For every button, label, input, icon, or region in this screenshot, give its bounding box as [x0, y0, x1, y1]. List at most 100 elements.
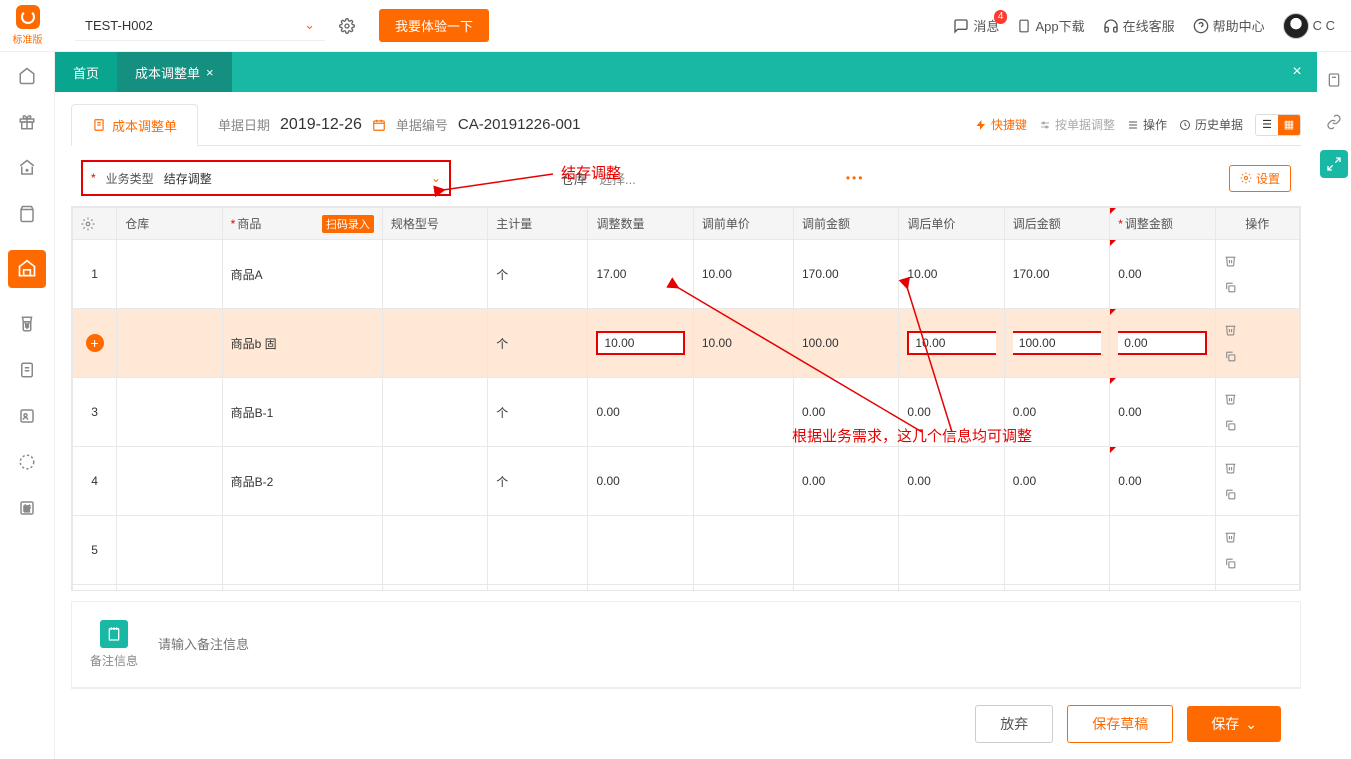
nav-money-icon[interactable]: ¥: [17, 314, 37, 334]
nav-loading-icon[interactable]: [17, 452, 37, 472]
tab-cost-adjust[interactable]: 成本调整单 ×: [117, 52, 232, 92]
cell-spec[interactable]: [382, 447, 487, 516]
cell-post-amt[interactable]: [1004, 516, 1109, 585]
cell-warehouse[interactable]: [117, 240, 222, 309]
cell-product[interactable]: 商品B-1: [222, 378, 382, 447]
table-row[interactable]: +商品b 固个10.0010.00100.0010.00100.000.00: [73, 309, 1300, 378]
tab-home[interactable]: 首页: [55, 52, 117, 92]
cell-spec[interactable]: [382, 378, 487, 447]
copy-icon[interactable]: [1224, 488, 1291, 501]
table-row[interactable]: 5: [73, 516, 1300, 585]
message-link[interactable]: 消息 4: [953, 16, 999, 35]
cell-adj-amt[interactable]: 0.00: [1110, 447, 1215, 516]
view-list-icon[interactable]: ☰: [1256, 115, 1278, 135]
nav-home-icon[interactable]: [17, 66, 37, 86]
delete-icon[interactable]: [1224, 530, 1291, 543]
cell-post-amt[interactable]: 100.00: [1004, 309, 1109, 378]
cell-adj-amt[interactable]: 0.00: [1110, 309, 1215, 378]
nav-house-icon[interactable]: [17, 158, 37, 178]
service-link[interactable]: 在线客服: [1103, 16, 1175, 35]
cell-warehouse[interactable]: [117, 447, 222, 516]
biz-type-select[interactable]: * 业务类型 结存调整 ⌄: [81, 160, 451, 196]
adj-amt-input[interactable]: 0.00: [1118, 331, 1206, 355]
calendar-icon[interactable]: [372, 118, 386, 132]
settings-button[interactable]: 设置: [1229, 165, 1291, 192]
cell-adj-amt[interactable]: 0.00: [1110, 240, 1215, 309]
cell-post-price[interactable]: 10.00: [899, 309, 1004, 378]
cell-qty[interactable]: [588, 516, 693, 585]
cell-post-price[interactable]: 0.00: [899, 447, 1004, 516]
nav-warehouse-icon[interactable]: [8, 250, 46, 288]
tabs-close-all[interactable]: ×: [1277, 52, 1317, 92]
history-action[interactable]: 历史单据: [1179, 116, 1243, 133]
operate-action[interactable]: 操作: [1127, 116, 1167, 133]
cell-qty[interactable]: 0.00: [588, 378, 693, 447]
gear-icon[interactable]: [339, 18, 355, 34]
cell-qty[interactable]: [588, 585, 693, 592]
add-row-icon[interactable]: +: [86, 334, 104, 352]
scan-input-tag[interactable]: 扫码录入: [322, 215, 374, 233]
delete-icon[interactable]: [1224, 254, 1291, 267]
cell-spec[interactable]: [382, 309, 487, 378]
cell-warehouse[interactable]: [117, 309, 222, 378]
post-price-input[interactable]: 10.00: [907, 331, 995, 355]
user-menu[interactable]: C C: [1283, 13, 1335, 39]
cell-product[interactable]: [222, 585, 382, 592]
delete-icon[interactable]: [1224, 461, 1291, 474]
cell-spec[interactable]: [382, 240, 487, 309]
nav-contact-icon[interactable]: [17, 406, 37, 426]
company-select[interactable]: TEST-H002 ⌄: [75, 11, 325, 41]
delete-icon[interactable]: [1224, 392, 1291, 405]
help-link[interactable]: 帮助中心: [1193, 16, 1265, 35]
cell-warehouse[interactable]: [117, 516, 222, 585]
cell-product[interactable]: 商品A: [222, 240, 382, 309]
more-dots-icon[interactable]: •••: [846, 171, 865, 185]
post-amt-input[interactable]: 100.00: [1013, 331, 1101, 355]
cell-qty[interactable]: 10.00: [588, 309, 693, 378]
cell-qty[interactable]: 0.00: [588, 447, 693, 516]
cell-post-price[interactable]: [899, 585, 1004, 592]
cell-spec[interactable]: [382, 516, 487, 585]
table-row[interactable]: 3商品B-1个0.000.000.000.000.00: [73, 378, 1300, 447]
view-toggle[interactable]: ☰▦: [1255, 114, 1301, 136]
app-download-link[interactable]: App下载: [1017, 16, 1084, 35]
close-icon[interactable]: ×: [206, 65, 214, 80]
cell-warehouse[interactable]: [117, 585, 222, 592]
remark-input[interactable]: [158, 637, 1282, 652]
nav-gift-icon[interactable]: [17, 112, 37, 132]
cell-spec[interactable]: [382, 585, 487, 592]
cell-post-price[interactable]: 10.00: [899, 240, 1004, 309]
view-grid-icon[interactable]: ▦: [1278, 115, 1300, 135]
save-button[interactable]: 保存⌄: [1187, 706, 1281, 742]
col-gear[interactable]: [73, 208, 117, 240]
expand-panel-icon[interactable]: [1320, 150, 1348, 178]
cell-post-amt[interactable]: 170.00: [1004, 240, 1109, 309]
cell-product[interactable]: 商品b 固: [222, 309, 382, 378]
cell-post-amt[interactable]: 0.00: [1004, 447, 1109, 516]
cell-qty[interactable]: 17.00: [588, 240, 693, 309]
table-row[interactable]: 6: [73, 585, 1300, 592]
delete-icon[interactable]: [1224, 323, 1291, 336]
logo[interactable]: 标准版: [0, 5, 55, 46]
nav-clipboard-icon[interactable]: [17, 360, 37, 380]
cell-adj-amt[interactable]: [1110, 516, 1215, 585]
table-row[interactable]: 4商品B-2个0.000.000.000.000.00: [73, 447, 1300, 516]
date-value[interactable]: 2019-12-26: [280, 116, 362, 134]
save-draft-button[interactable]: 保存草稿: [1067, 705, 1173, 743]
cell-post-price[interactable]: [899, 516, 1004, 585]
nav-new-icon[interactable]: 新: [17, 498, 37, 518]
by-bill-action[interactable]: 按单据调整: [1039, 116, 1115, 133]
copy-icon[interactable]: [1224, 557, 1291, 570]
note-panel-icon[interactable]: [1320, 66, 1348, 94]
cell-post-amt[interactable]: [1004, 585, 1109, 592]
qty-input[interactable]: 10.00: [596, 331, 684, 355]
cell-adj-amt[interactable]: 0.00: [1110, 378, 1215, 447]
cell-adj-amt[interactable]: [1110, 585, 1215, 592]
link-panel-icon[interactable]: [1320, 108, 1348, 136]
discard-button[interactable]: 放弃: [975, 705, 1053, 743]
copy-icon[interactable]: [1224, 281, 1291, 294]
try-button[interactable]: 我要体验一下: [379, 9, 489, 42]
shortcut-action[interactable]: 快捷键: [975, 116, 1027, 133]
doc-title-tab[interactable]: 成本调整单: [71, 104, 198, 146]
nav-bag-icon[interactable]: [17, 204, 37, 224]
